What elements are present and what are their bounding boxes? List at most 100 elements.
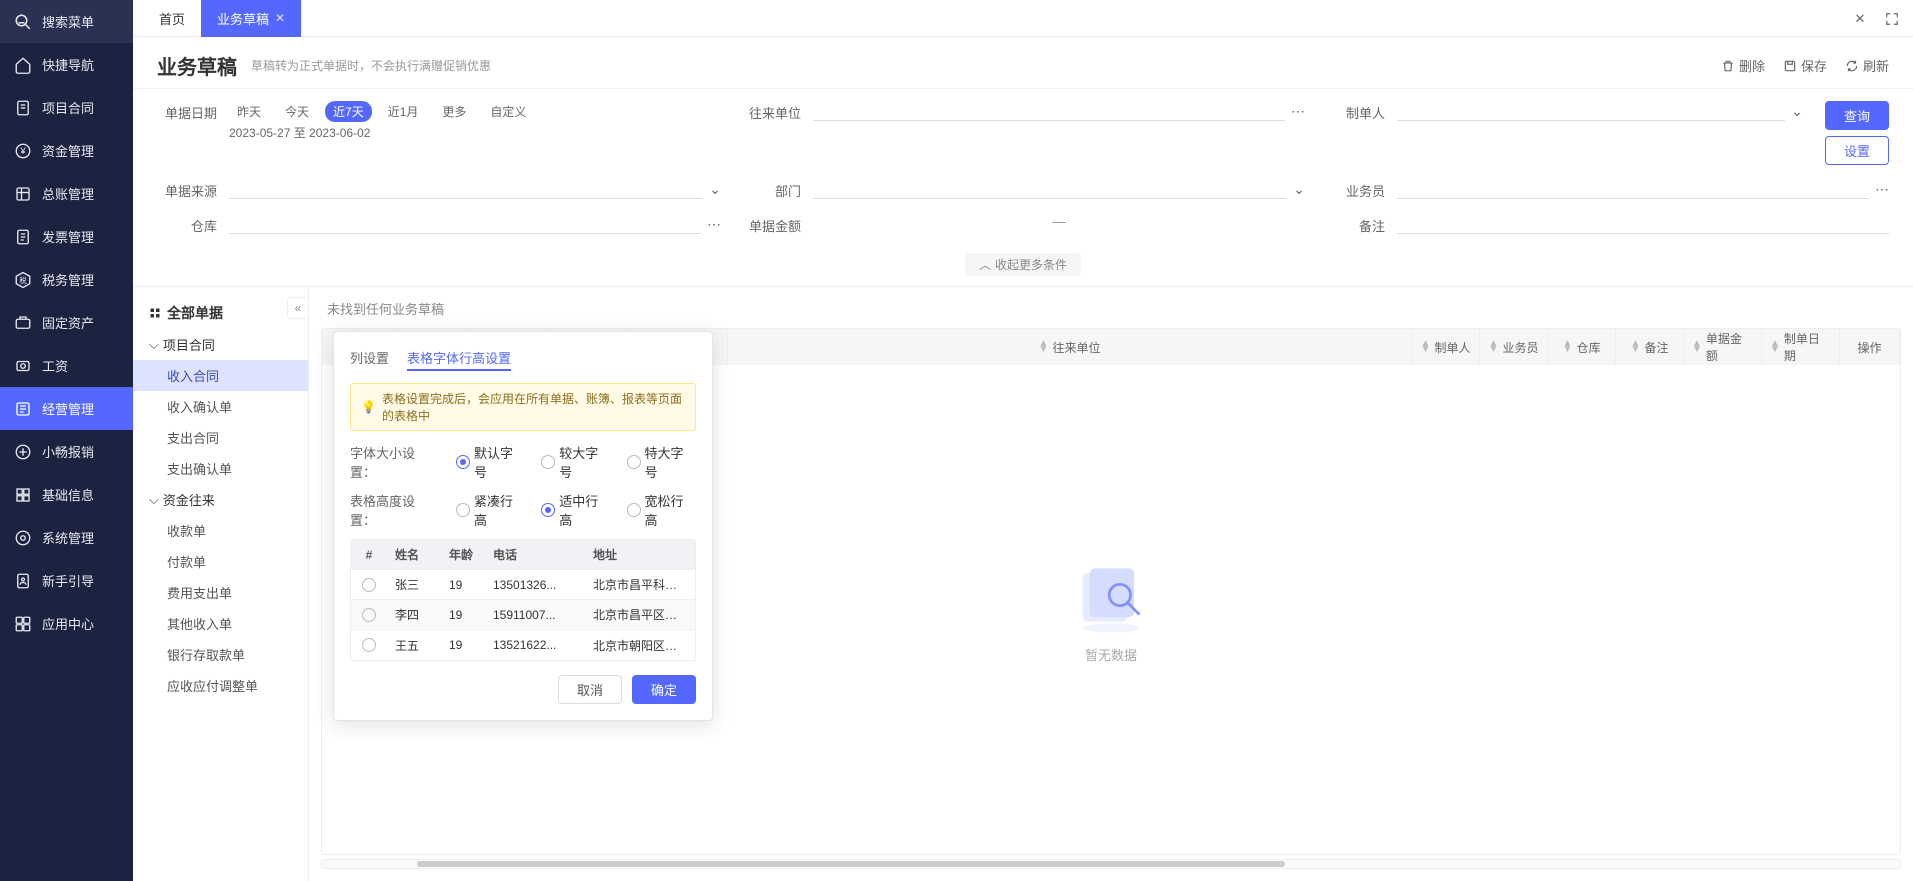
asset-icon	[14, 314, 32, 332]
dept-select[interactable]	[813, 179, 1287, 199]
grid-header[interactable]: ▲▼仓库	[1548, 329, 1616, 365]
sort-icon: ▲▼	[1631, 341, 1641, 353]
chevron-down-icon[interactable]: ⌄	[1293, 181, 1305, 198]
font-size-option[interactable]: 较大字号	[541, 443, 610, 481]
date-chip[interactable]: 今天	[277, 101, 317, 122]
date-chip[interactable]: 更多	[434, 101, 474, 122]
row-height-option[interactable]: 宽松行高	[627, 491, 696, 529]
date-chip[interactable]: 自定义	[482, 101, 534, 122]
grid-header[interactable]: ▲▼制单人	[1412, 329, 1480, 365]
grid-header[interactable]: ▲▼往来单位	[728, 329, 1412, 365]
sidebar-item-13[interactable]: 应用中心	[0, 602, 133, 645]
fullscreen-icon[interactable]	[1881, 8, 1903, 30]
popover-tab-font[interactable]: 表格字体行高设置	[407, 348, 511, 371]
sidebar-item-1[interactable]: 项目合同	[0, 86, 133, 129]
sidebar-item-label: 资金管理	[42, 141, 94, 160]
save-button[interactable]: 保存	[1783, 56, 1827, 75]
sidebar-item-11[interactable]: 系统管理	[0, 516, 133, 559]
grid-header[interactable]: 操作	[1840, 329, 1900, 365]
sidebar-item-6[interactable]: 固定资产	[0, 301, 133, 344]
grid-header[interactable]: ▲▼单据金额	[1684, 329, 1762, 365]
tree-group[interactable]: ⌵资金往来	[133, 484, 308, 515]
tree-item[interactable]: 支出合同	[133, 422, 308, 453]
grid-header[interactable]: ▲▼备注	[1616, 329, 1684, 365]
radio-icon	[362, 608, 376, 622]
sidebar-item-4[interactable]: 发票管理	[0, 215, 133, 258]
row-height-option[interactable]: 紧凑行高	[456, 491, 525, 529]
horizontal-scrollbar[interactable]	[321, 859, 1901, 869]
search-button[interactable]: 查询	[1825, 101, 1889, 130]
delete-button[interactable]: 删除	[1721, 56, 1765, 75]
chevron-down-icon[interactable]: ⌄	[1791, 103, 1803, 120]
preview-table: # 姓名 年龄 电话 地址 张三 19 13501326... 北京市昌平科技园…	[350, 539, 696, 661]
tree-header[interactable]: 全部单据	[133, 297, 308, 329]
page-header: 业务草稿 草稿转为正式单据时，不会执行满赠促销优惠 删除 保存 刷新	[133, 37, 1913, 89]
sidebar-item-10[interactable]: 基础信息	[0, 473, 133, 516]
chevron-down-icon: ⌵	[149, 337, 159, 353]
warehouse-input[interactable]	[229, 214, 701, 234]
sidebar-item-label: 项目合同	[42, 98, 94, 117]
tree-group[interactable]: ⌵项目合同	[133, 329, 308, 360]
tab-close-all-icon[interactable]: ✕	[1849, 8, 1871, 30]
date-chip[interactable]: 昨天	[229, 101, 269, 122]
close-icon[interactable]: ✕	[275, 11, 285, 25]
sidebar-item-8[interactable]: 经营管理	[0, 387, 133, 430]
tree-item[interactable]: 收入合同	[133, 360, 308, 391]
grid-header[interactable]: ▲▼制单日期	[1762, 329, 1840, 365]
popover-tab-columns[interactable]: 列设置	[350, 348, 389, 371]
collapse-tree-icon[interactable]: «	[287, 297, 309, 319]
tab-home[interactable]: 首页	[143, 0, 201, 37]
radio-icon	[627, 503, 641, 517]
sidebar-item-0[interactable]: 快捷导航	[0, 43, 133, 86]
date-chip[interactable]: 近1月	[380, 101, 427, 122]
tree-item[interactable]: 支出确认单	[133, 453, 308, 484]
counterparty-input[interactable]	[813, 101, 1285, 121]
scrollbar-thumb[interactable]	[417, 861, 1285, 867]
salesperson-input[interactable]	[1397, 179, 1869, 199]
font-size-option[interactable]: 特大字号	[627, 443, 696, 481]
sidebar-item-label: 基础信息	[42, 485, 94, 504]
sidebar-item-3[interactable]: 总账管理	[0, 172, 133, 215]
ok-button[interactable]: 确定	[632, 675, 696, 704]
sidebar-item-7[interactable]: 工资	[0, 344, 133, 387]
source-select[interactable]	[229, 179, 703, 199]
tree-item[interactable]: 收入确认单	[133, 391, 308, 422]
more-icon[interactable]: ⋯	[707, 216, 721, 233]
cancel-button[interactable]: 取消	[558, 675, 622, 704]
collapse-filters-button[interactable]: ︿ 收起更多条件	[965, 253, 1081, 276]
page-subtitle: 草稿转为正式单据时，不会执行满赠促销优惠	[251, 57, 491, 74]
more-icon[interactable]: ⋯	[1875, 181, 1889, 198]
tree-item[interactable]: 收款单	[133, 515, 308, 546]
font-size-option[interactable]: 默认字号	[456, 443, 525, 481]
row-height-option[interactable]: 适中行高	[541, 491, 610, 529]
page-title: 业务草稿	[157, 51, 237, 80]
chevron-down-icon[interactable]: ⌄	[709, 181, 721, 198]
tree-item[interactable]: 应收应付调整单	[133, 670, 308, 701]
maker-input[interactable]	[1397, 101, 1785, 121]
table-row[interactable]: 张三 19 13501326... 北京市昌平科技园区综...	[351, 570, 695, 600]
grid-header[interactable]: ▲▼业务员	[1480, 329, 1548, 365]
radio-icon	[541, 503, 555, 517]
sidebar-item-12[interactable]: 新手引导	[0, 559, 133, 602]
tree-item[interactable]: 其他收入单	[133, 608, 308, 639]
refresh-button[interactable]: 刷新	[1845, 56, 1889, 75]
label-remark: 备注	[1325, 214, 1385, 235]
more-icon[interactable]: ⋯	[1291, 103, 1305, 120]
date-chip[interactable]: 近7天	[325, 101, 372, 122]
search-icon	[14, 13, 32, 31]
tree-item[interactable]: 费用支出单	[133, 577, 308, 608]
remark-input[interactable]	[1397, 214, 1889, 234]
label-maker: 制单人	[1325, 101, 1385, 122]
table-row[interactable]: 李四 19 15911007... 北京市昌平区南大街9号	[351, 600, 695, 630]
table-row[interactable]: 王五 19 13521622... 北京市朝阳区东三环北...	[351, 630, 695, 660]
tree-item[interactable]: 银行存取款单	[133, 639, 308, 670]
tree-item[interactable]: 付款单	[133, 546, 308, 577]
sidebar-item-9[interactable]: 小畅报销	[0, 430, 133, 473]
tab-active[interactable]: 业务草稿 ✕	[201, 0, 301, 37]
sidebar-item-2[interactable]: ¥资金管理	[0, 129, 133, 172]
sidebar-item-5[interactable]: 税税务管理	[0, 258, 133, 301]
sidebar-search[interactable]: 搜索菜单	[0, 0, 133, 43]
settings-button[interactable]: 设置	[1825, 136, 1889, 165]
chevron-up-icon: ︿	[979, 256, 991, 273]
amount-dash: —	[813, 214, 1305, 229]
